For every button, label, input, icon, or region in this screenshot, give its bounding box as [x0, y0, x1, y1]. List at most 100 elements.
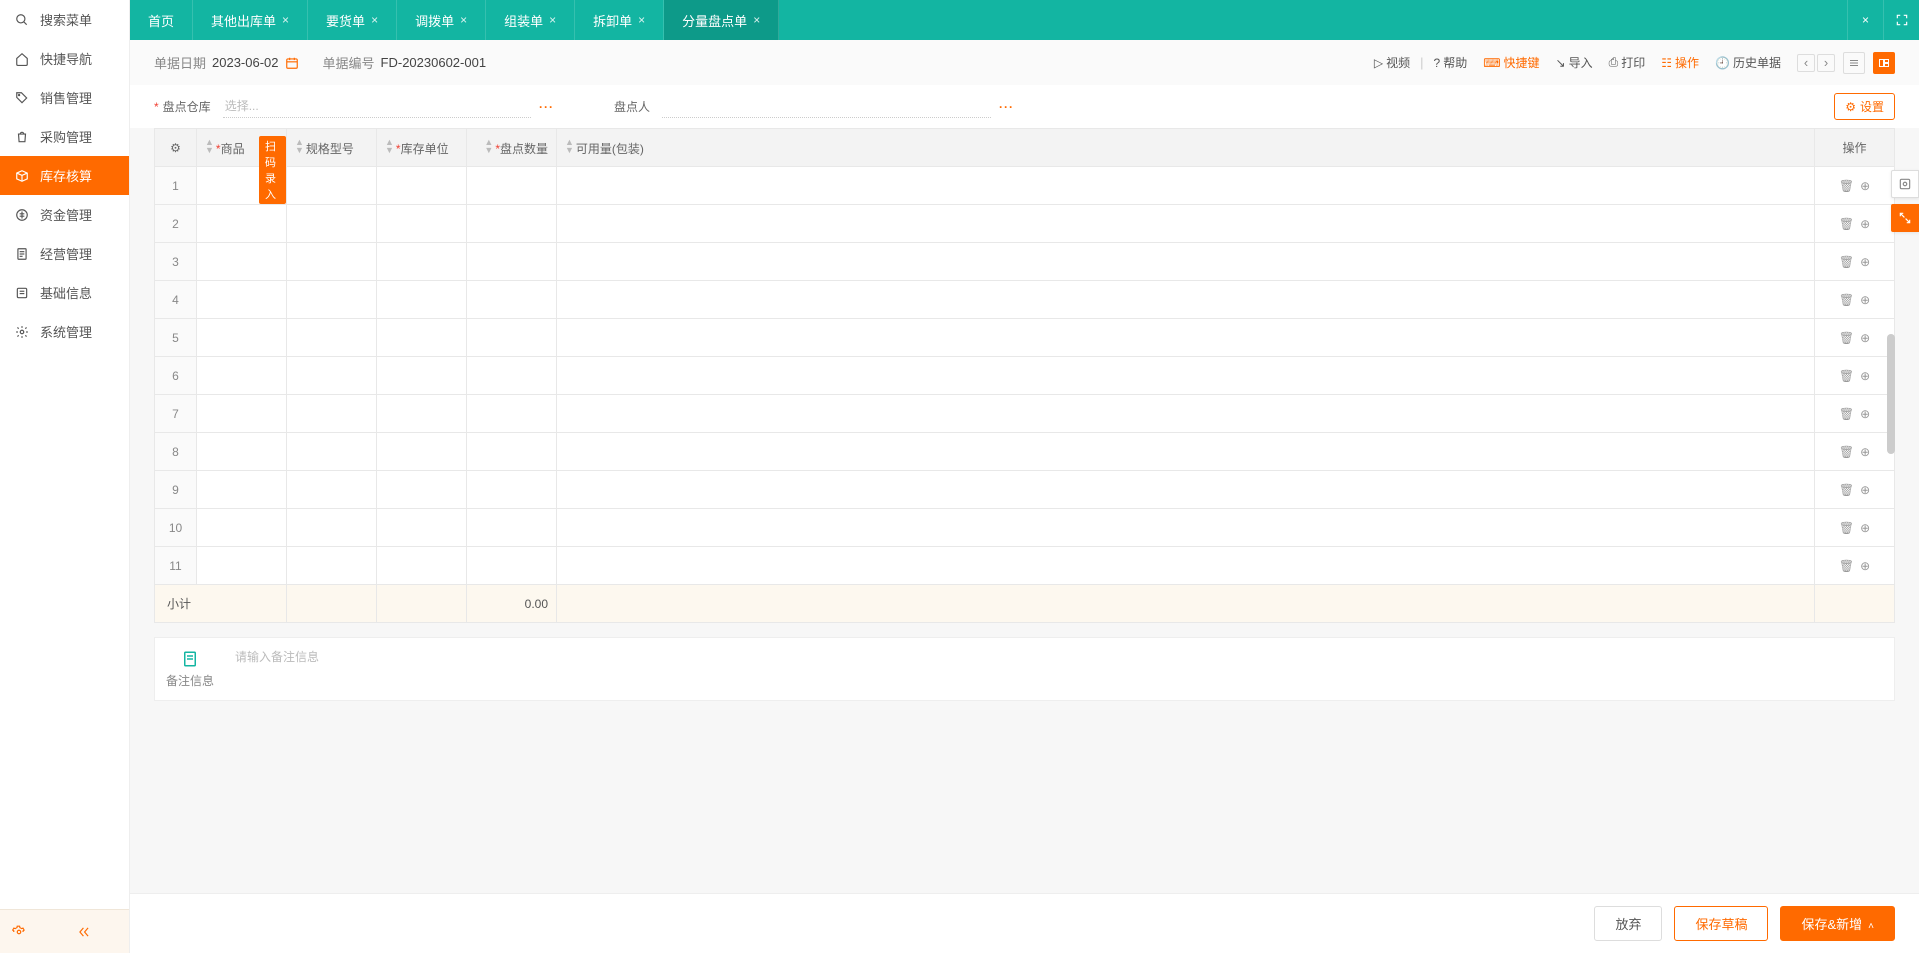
col-op: 操作	[1815, 129, 1895, 167]
sidebar-item-search[interactable]: 搜索菜单	[0, 0, 129, 39]
add-row-icon[interactable]: ⊕	[1860, 521, 1870, 535]
card-view-button[interactable]	[1873, 52, 1895, 74]
history-button[interactable]: 🕘历史单据	[1709, 50, 1787, 75]
help-button[interactable]: ?帮助	[1428, 50, 1474, 75]
save-draft-button[interactable]: 保存草稿	[1674, 906, 1768, 941]
tab-disassemble[interactable]: 拆卸单×	[575, 0, 664, 40]
add-row-icon[interactable]: ⊕	[1860, 217, 1870, 231]
more-icon[interactable]: ···	[539, 100, 554, 114]
add-row-icon[interactable]: ⊕	[1860, 483, 1870, 497]
settings-button[interactable]: ⚙设置	[1834, 93, 1895, 120]
table-row[interactable]: 5🗑⊕	[155, 319, 1895, 357]
col-qty[interactable]: ▲▼*盘点数量	[467, 129, 557, 167]
sidebar-collapse-icon[interactable]	[77, 925, 117, 939]
tab-label: 分量盘点单	[682, 11, 747, 30]
sidebar-item-basic[interactable]: 基础信息	[0, 273, 129, 312]
table-row[interactable]: 9🗑⊕	[155, 471, 1895, 509]
side-widget-1[interactable]	[1891, 170, 1919, 198]
sidebar-settings-icon[interactable]	[12, 925, 52, 939]
add-row-icon[interactable]: ⊕	[1860, 331, 1870, 345]
table-row[interactable]: 3🗑⊕	[155, 243, 1895, 281]
close-all-tabs-button[interactable]: ×	[1847, 0, 1883, 40]
calendar-icon[interactable]	[285, 56, 299, 70]
close-icon[interactable]: ×	[460, 13, 467, 27]
tab-other-outbound[interactable]: 其他出库单×	[193, 0, 308, 40]
sidebar-item-purchase[interactable]: 采购管理	[0, 117, 129, 156]
delete-row-icon[interactable]: 🗑	[1839, 255, 1854, 269]
add-row-icon[interactable]: ⊕	[1860, 369, 1870, 383]
delete-row-icon[interactable]: 🗑	[1839, 217, 1854, 231]
tab-request[interactable]: 要货单×	[308, 0, 397, 40]
tab-assemble[interactable]: 组装单×	[486, 0, 575, 40]
delete-row-icon[interactable]: 🗑	[1839, 369, 1854, 383]
tab-transfer[interactable]: 调拨单×	[397, 0, 486, 40]
import-button[interactable]: ↘导入	[1550, 50, 1599, 75]
more-icon[interactable]: ···	[999, 100, 1014, 114]
delete-row-icon[interactable]: 🗑	[1839, 483, 1854, 497]
delete-row-icon[interactable]: 🗑	[1839, 407, 1854, 421]
close-icon[interactable]: ×	[549, 13, 556, 27]
delete-row-icon[interactable]: 🗑	[1839, 179, 1854, 193]
table-row[interactable]: 1🗑⊕	[155, 167, 1895, 205]
date-value[interactable]: 2023-06-02	[212, 55, 279, 70]
add-row-icon[interactable]: ⊕	[1860, 559, 1870, 573]
list-view-button[interactable]	[1843, 52, 1865, 74]
close-icon[interactable]: ×	[371, 13, 378, 27]
close-icon[interactable]: ×	[753, 13, 760, 27]
warehouse-field: * 盘点仓库 ···	[154, 95, 554, 118]
delete-row-icon[interactable]: 🗑	[1839, 559, 1854, 573]
col-unit[interactable]: ▲▼*库存单位	[377, 129, 467, 167]
delete-row-icon[interactable]: 🗑	[1839, 293, 1854, 307]
table-row[interactable]: 10🗑⊕	[155, 509, 1895, 547]
note-icon	[181, 650, 199, 668]
add-row-icon[interactable]: ⊕	[1860, 293, 1870, 307]
docno-label: 单据编号	[323, 53, 375, 72]
add-row-icon[interactable]: ⊕	[1860, 179, 1870, 193]
fullscreen-button[interactable]	[1883, 0, 1919, 40]
info-icon	[14, 285, 30, 301]
table-row[interactable]: 6🗑⊕	[155, 357, 1895, 395]
sidebar-item-business[interactable]: 经营管理	[0, 234, 129, 273]
col-avail[interactable]: ▲▼可用量(包装)	[557, 129, 1815, 167]
prev-doc-button[interactable]: ‹	[1797, 54, 1815, 72]
operate-button[interactable]: ☷操作	[1655, 50, 1705, 75]
sidebar-item-sales[interactable]: 销售管理	[0, 78, 129, 117]
col-gear[interactable]: ⚙	[155, 129, 197, 167]
add-row-icon[interactable]: ⊕	[1860, 445, 1870, 459]
shortcut-button[interactable]: ⌨快捷键	[1477, 50, 1545, 75]
sort-icon: ▲▼	[565, 138, 574, 154]
sidebar-item-inventory[interactable]: 库存核算	[0, 156, 129, 195]
col-name[interactable]: ▲▼*商品扫码录入	[197, 129, 287, 167]
remark-input[interactable]	[225, 638, 1894, 700]
sidebar-item-finance[interactable]: 资金管理	[0, 195, 129, 234]
print-button[interactable]: ⎙打印	[1603, 50, 1652, 75]
warehouse-input[interactable]	[223, 95, 531, 118]
discard-button[interactable]: 放弃	[1594, 906, 1662, 941]
add-row-icon[interactable]: ⊕	[1860, 407, 1870, 421]
sidebar-item-label: 基础信息	[40, 283, 92, 302]
table-row[interactable]: 7🗑⊕	[155, 395, 1895, 433]
next-doc-button[interactable]: ›	[1817, 54, 1835, 72]
delete-row-icon[interactable]: 🗑	[1839, 521, 1854, 535]
delete-row-icon[interactable]: 🗑	[1839, 445, 1854, 459]
sidebar-item-quicknav[interactable]: 快捷导航	[0, 39, 129, 78]
tab-inventory-count[interactable]: 分量盘点单 ×	[664, 0, 779, 40]
side-widget-expand[interactable]	[1891, 204, 1919, 232]
delete-row-icon[interactable]: 🗑	[1839, 331, 1854, 345]
add-row-icon[interactable]: ⊕	[1860, 255, 1870, 269]
table-row[interactable]: 11🗑⊕	[155, 547, 1895, 585]
scan-input-button[interactable]: 扫码录入	[259, 136, 286, 204]
save-new-button[interactable]: 保存&新增˄	[1780, 906, 1895, 941]
person-input[interactable]	[662, 95, 991, 118]
video-button[interactable]: ▷视频	[1368, 50, 1416, 75]
sidebar-item-system[interactable]: 系统管理	[0, 312, 129, 351]
sidebar-item-label: 库存核算	[40, 166, 92, 185]
footer: 放弃 保存草稿 保存&新增˄	[130, 893, 1919, 953]
tab-home[interactable]: 首页	[130, 0, 193, 40]
close-icon[interactable]: ×	[282, 13, 289, 27]
col-spec[interactable]: ▲▼规格型号	[287, 129, 377, 167]
table-row[interactable]: 2🗑⊕	[155, 205, 1895, 243]
table-row[interactable]: 8🗑⊕	[155, 433, 1895, 471]
table-row[interactable]: 4🗑⊕	[155, 281, 1895, 319]
close-icon[interactable]: ×	[638, 13, 645, 27]
